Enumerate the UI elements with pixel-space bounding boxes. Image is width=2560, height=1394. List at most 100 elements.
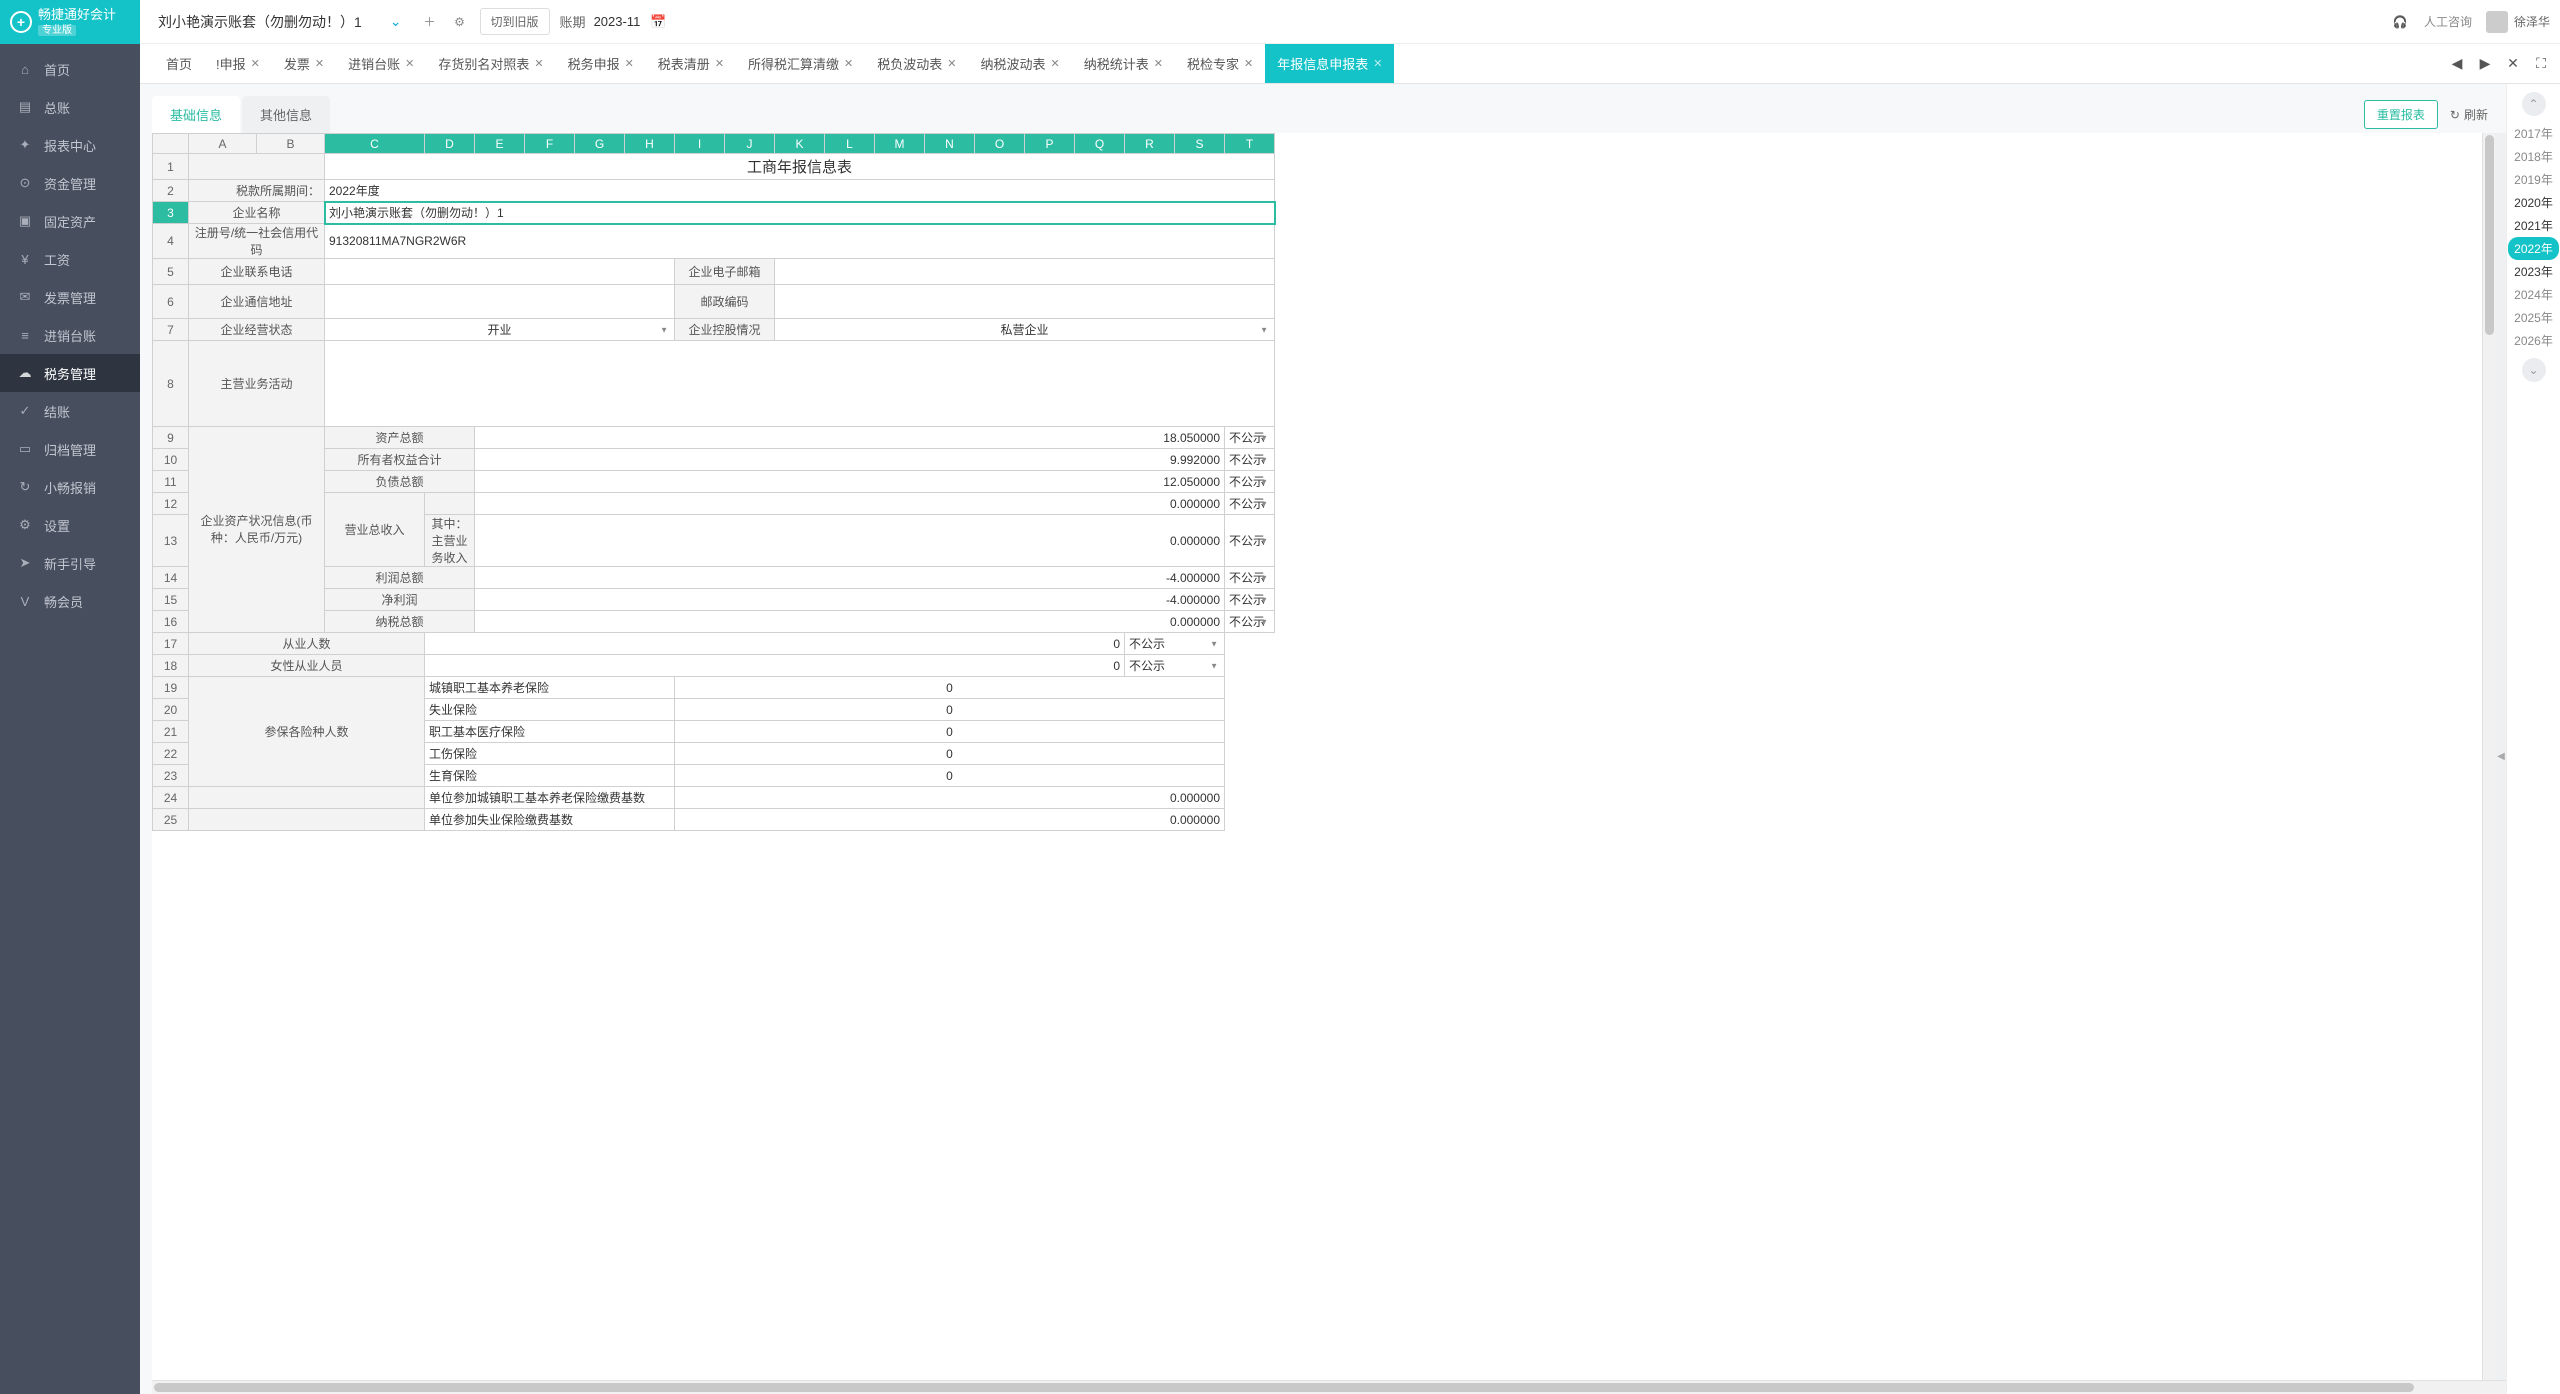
period-value[interactable]: 2022年度 xyxy=(325,180,1275,202)
close-icon[interactable]: ✕ xyxy=(1154,57,1163,70)
period-label[interactable]: 税款所属期间： xyxy=(189,180,325,202)
row-number[interactable]: 21 xyxy=(153,721,189,743)
disclose-select[interactable]: 不公示 xyxy=(1225,449,1275,471)
base-value[interactable]: 0.000000 xyxy=(675,809,1225,831)
tab[interactable]: 首页 xyxy=(154,44,204,83)
column-header[interactable]: N xyxy=(925,134,975,154)
close-icon[interactable]: ✕ xyxy=(405,57,414,70)
row-number[interactable]: 11 xyxy=(153,471,189,493)
row-number[interactable]: 22 xyxy=(153,743,189,765)
tab[interactable]: 进销台账✕ xyxy=(336,44,426,83)
status-label[interactable]: 企业经营状态 xyxy=(189,319,325,341)
ins-label[interactable]: 城镇职工基本养老保险 xyxy=(425,677,675,699)
fem-label[interactable]: 女性从业人员 xyxy=(189,655,425,677)
disclose-select[interactable]: 不公示 xyxy=(1125,655,1225,677)
account-selector[interactable]: 刘小艳演示账套（勿删勿动！）1 ⌄ xyxy=(150,12,410,32)
asset-label[interactable]: 利润总额 xyxy=(325,567,475,589)
ins-label[interactable]: 工伤保险 xyxy=(425,743,675,765)
ins-value[interactable]: 0 xyxy=(675,721,1225,743)
row-number[interactable]: 13 xyxy=(153,515,189,567)
asset-label[interactable]: 资产总额 xyxy=(325,427,475,449)
year-item[interactable]: 2018年 xyxy=(2508,145,2559,168)
cell[interactable] xyxy=(189,787,425,809)
disclose-select[interactable]: 不公示 xyxy=(1125,633,1225,655)
disclose-select[interactable]: 不公示 xyxy=(1225,515,1275,567)
column-header[interactable]: O xyxy=(975,134,1025,154)
ins-value[interactable]: 0 xyxy=(675,699,1225,721)
main-biz-label[interactable]: 主营业务活动 xyxy=(189,341,325,427)
column-header[interactable]: A xyxy=(189,134,257,154)
asset-value[interactable]: 0.000000 xyxy=(475,493,1225,515)
asset-label[interactable]: 所有者权益合计 xyxy=(325,449,475,471)
row-number[interactable]: 16 xyxy=(153,611,189,633)
cell[interactable] xyxy=(189,809,425,831)
close-icon[interactable]: ✕ xyxy=(1244,57,1253,70)
old-version-button[interactable]: 切到旧版 xyxy=(480,8,550,35)
column-header[interactable]: P xyxy=(1025,134,1075,154)
tab[interactable]: 税检专家✕ xyxy=(1175,44,1265,83)
ins-label[interactable]: 生育保险 xyxy=(425,765,675,787)
ins-value[interactable]: 0 xyxy=(675,743,1225,765)
sidebar-item[interactable]: ✉发票管理 xyxy=(0,278,140,316)
tab[interactable]: 存货别名对照表✕ xyxy=(426,44,555,83)
calendar-icon[interactable]: 📅 xyxy=(648,12,668,32)
tab-next-icon[interactable]: ▶ xyxy=(2472,51,2498,77)
year-item[interactable]: 2021年 xyxy=(2508,214,2559,237)
disclose-select[interactable]: 不公示 xyxy=(1225,427,1275,449)
year-item[interactable]: 2017年 xyxy=(2508,122,2559,145)
asset-value[interactable]: 9.992000 xyxy=(475,449,1225,471)
sidebar-item[interactable]: ☁税务管理 xyxy=(0,354,140,392)
row-number[interactable]: 17 xyxy=(153,633,189,655)
row-number[interactable]: 24 xyxy=(153,787,189,809)
column-header[interactable]: E xyxy=(475,134,525,154)
add-icon[interactable]: ＋ xyxy=(420,12,440,32)
asset-label[interactable]: 负债总额 xyxy=(325,471,475,493)
asset-group-label[interactable]: 企业资产状况信息(币种：人民币/万元) xyxy=(189,427,325,633)
ins-value[interactable]: 0 xyxy=(675,677,1225,699)
tab-prev-icon[interactable]: ◀ xyxy=(2444,51,2470,77)
close-icon[interactable]: ✕ xyxy=(315,57,324,70)
row-number[interactable]: 6 xyxy=(153,285,189,319)
ins-group-label[interactable]: 参保各险种人数 xyxy=(189,677,425,787)
subtab-basic[interactable]: 基础信息 xyxy=(152,96,240,133)
email-label[interactable]: 企业电子邮箱 xyxy=(675,259,775,285)
asset-value[interactable]: -4.000000 xyxy=(475,589,1225,611)
asset-label[interactable]: 净利润 xyxy=(325,589,475,611)
sheet-title[interactable]: 工商年报信息表 xyxy=(325,154,1275,180)
zip-label[interactable]: 邮政编码 xyxy=(675,285,775,319)
disclose-select[interactable]: 不公示 xyxy=(1225,611,1275,633)
headset-icon[interactable]: 🎧 xyxy=(2390,12,2410,32)
disclose-select[interactable]: 不公示 xyxy=(1225,471,1275,493)
column-header[interactable]: I xyxy=(675,134,725,154)
row-number[interactable]: 18 xyxy=(153,655,189,677)
tab[interactable]: 年报信息申报表✕ xyxy=(1265,44,1394,83)
disclose-select[interactable]: 不公示 xyxy=(1225,589,1275,611)
sidebar-item[interactable]: ⌂首页 xyxy=(0,50,140,88)
year-item[interactable]: 2022年 xyxy=(2508,237,2559,260)
row-number[interactable]: 4 xyxy=(153,224,189,259)
disclose-select[interactable]: 不公示 xyxy=(1225,493,1275,515)
gear-icon[interactable]: ⚙ xyxy=(450,12,470,32)
subtab-other[interactable]: 其他信息 xyxy=(242,96,330,133)
addr-label[interactable]: 企业通信地址 xyxy=(189,285,325,319)
row-number[interactable]: 20 xyxy=(153,699,189,721)
column-header[interactable]: Q xyxy=(1075,134,1125,154)
column-header[interactable]: K xyxy=(775,134,825,154)
row-number[interactable]: 10 xyxy=(153,449,189,471)
sidebar-item[interactable]: ➤新手引导 xyxy=(0,544,140,582)
company-name-label[interactable]: 企业名称 xyxy=(189,202,325,224)
year-item[interactable]: 2023年 xyxy=(2508,260,2559,283)
row-number[interactable]: 15 xyxy=(153,589,189,611)
year-item[interactable]: 2024年 xyxy=(2508,283,2559,306)
base-label[interactable]: 单位参加城镇职工基本养老保险缴费基数 xyxy=(425,787,675,809)
row-number[interactable]: 1 xyxy=(153,154,189,180)
tab-close-icon[interactable]: ✕ xyxy=(2500,51,2526,77)
row-number[interactable]: 3 xyxy=(153,202,189,224)
cell[interactable] xyxy=(775,259,1275,285)
asset-value[interactable]: -4.000000 xyxy=(475,567,1225,589)
user-menu[interactable]: 徐泽华 xyxy=(2486,11,2550,33)
asset-value[interactable]: 0.000000 xyxy=(475,611,1225,633)
sidebar-item[interactable]: ≡进销台账 xyxy=(0,316,140,354)
close-icon[interactable]: ✕ xyxy=(625,57,634,70)
column-header[interactable]: C xyxy=(325,134,425,154)
